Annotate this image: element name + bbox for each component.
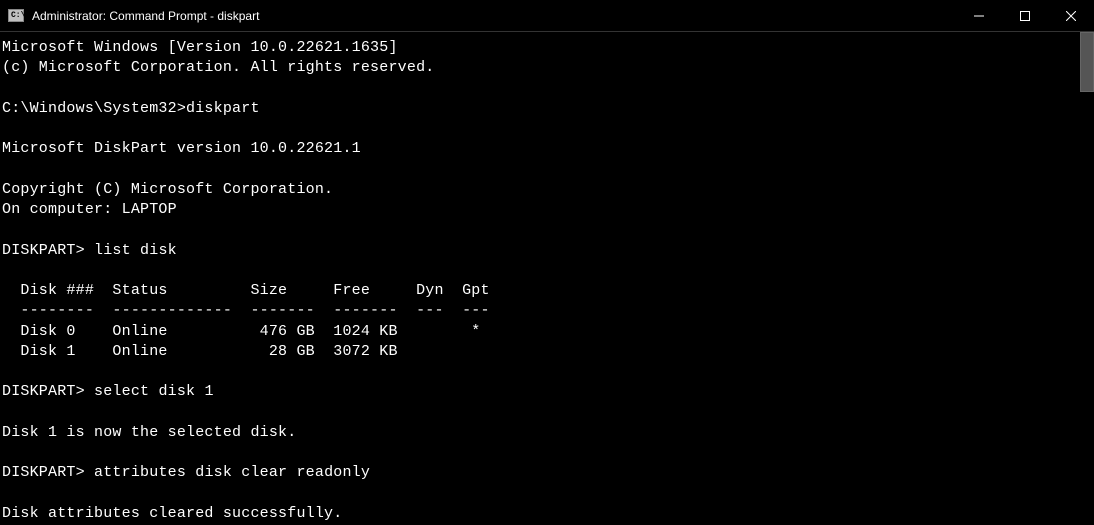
cmd-attributes: attributes disk clear readonly xyxy=(94,464,370,481)
cmd-prompt-icon: C:\ xyxy=(8,9,24,22)
diskpart-prompt: DISKPART> xyxy=(2,242,85,259)
maximize-icon xyxy=(1020,11,1030,21)
minimize-icon xyxy=(974,11,984,21)
window-title-text: Administrator: Command Prompt - diskpart xyxy=(32,9,259,23)
select-disk-result: Disk 1 is now the selected disk. xyxy=(2,424,296,441)
title-left-group: C:\ Administrator: Command Prompt - disk… xyxy=(0,9,259,23)
cmd-select-disk: select disk 1 xyxy=(94,383,214,400)
disk-table-row: Disk 0 Online 476 GB 1024 KB * xyxy=(2,323,480,340)
os-version-line: Microsoft Windows [Version 10.0.22621.16… xyxy=(2,39,398,56)
vertical-scrollbar-thumb[interactable] xyxy=(1080,32,1094,92)
disk-table-row: Disk 1 Online 28 GB 3072 KB xyxy=(2,343,398,360)
computer-name: On computer: LAPTOP xyxy=(2,201,177,218)
diskpart-prompt: DISKPART> xyxy=(2,464,85,481)
shell-prompt-path: C:\Windows\System32> xyxy=(2,100,186,117)
shell-command: diskpart xyxy=(186,100,260,117)
terminal-output[interactable]: Microsoft Windows [Version 10.0.22621.16… xyxy=(0,32,1094,525)
diskpart-version: Microsoft DiskPart version 10.0.22621.1 xyxy=(2,140,361,157)
close-button[interactable] xyxy=(1048,0,1094,31)
close-icon xyxy=(1066,11,1076,21)
copyright-line: (c) Microsoft Corporation. All rights re… xyxy=(2,59,434,76)
window-controls xyxy=(956,0,1094,31)
maximize-button[interactable] xyxy=(1002,0,1048,31)
attributes-result: Disk attributes cleared successfully. xyxy=(2,505,342,522)
window-title-bar: C:\ Administrator: Command Prompt - disk… xyxy=(0,0,1094,32)
diskpart-prompt: DISKPART> xyxy=(2,383,85,400)
diskpart-copyright: Copyright (C) Microsoft Corporation. xyxy=(2,181,333,198)
disk-table-header: Disk ### Status Size Free Dyn Gpt xyxy=(2,282,490,299)
cmd-list-disk: list disk xyxy=(94,242,177,259)
minimize-button[interactable] xyxy=(956,0,1002,31)
disk-table-divider: -------- ------------- ------- ------- -… xyxy=(2,302,490,319)
